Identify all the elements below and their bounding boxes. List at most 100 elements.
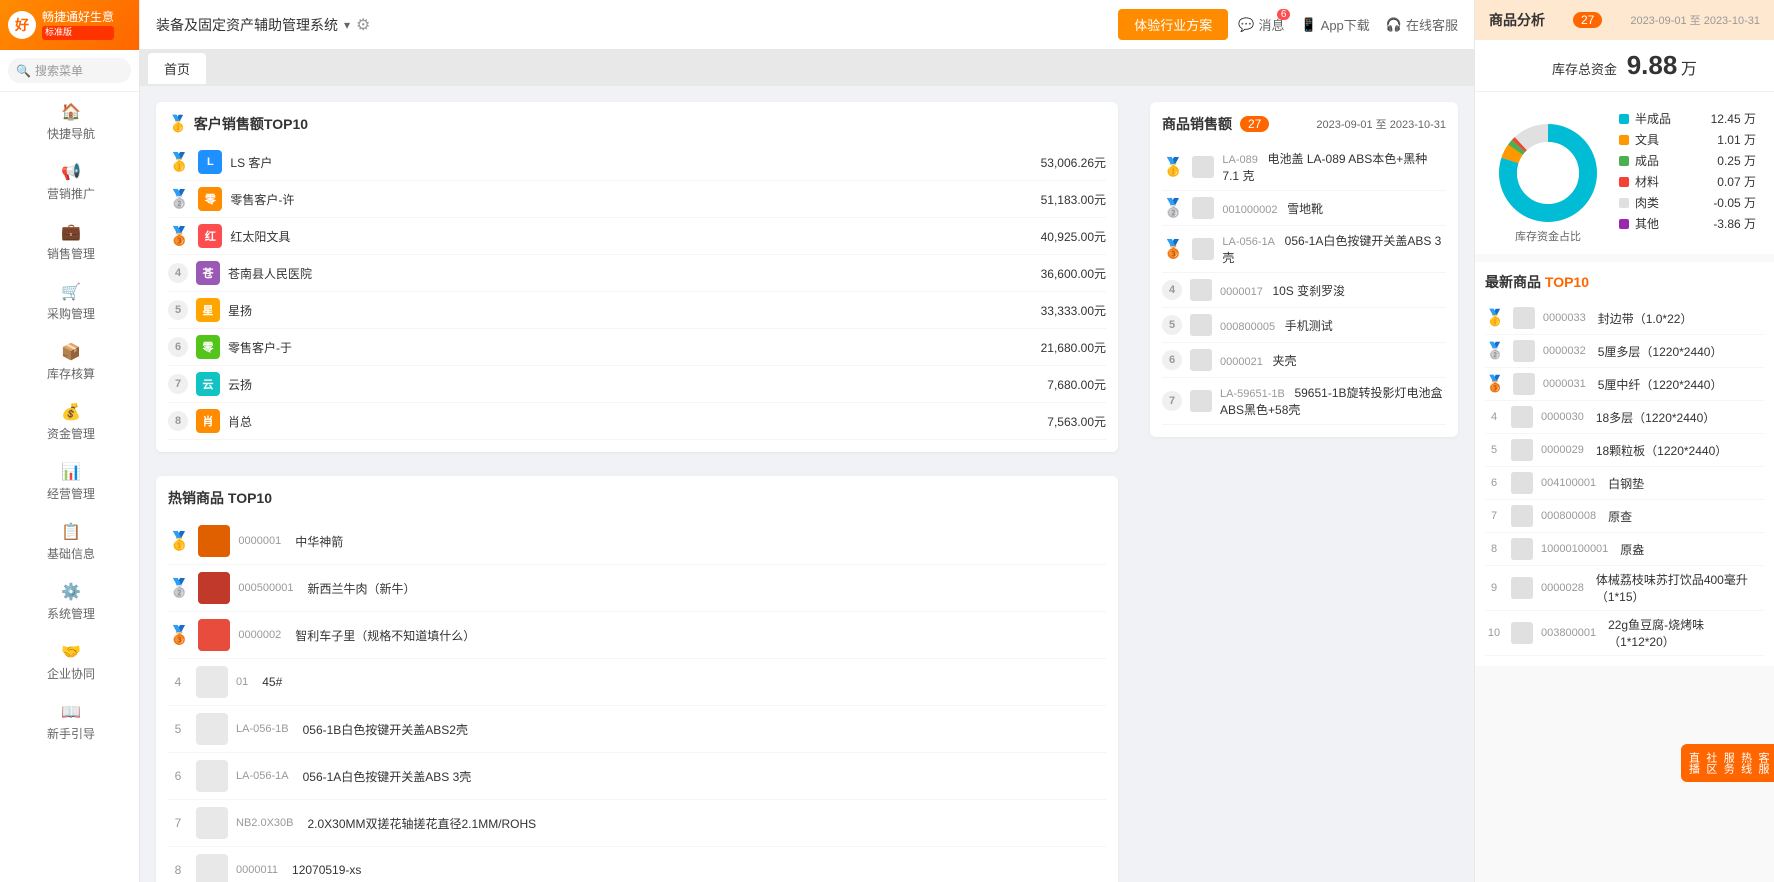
sidebar-item-basic[interactable]: 📋 基础信息 xyxy=(0,512,139,572)
sidebar-item-operation[interactable]: 📊 经营管理 xyxy=(0,452,139,512)
rank-number: 8 xyxy=(1485,543,1503,555)
sidebar-item-label: 经营管理 xyxy=(47,485,95,502)
sidebar-item-finance[interactable]: 💰 资金管理 xyxy=(0,392,139,452)
hot-product-item[interactable]: 🥇 0000001 中华神箭 xyxy=(168,518,1106,565)
product-code: 0000033 xyxy=(1543,312,1586,324)
hot-product-item[interactable]: 4 01 45# xyxy=(168,659,1106,706)
customer-rank-item[interactable]: 4 苍 苍南县人民医院 36,600.00元 xyxy=(168,255,1106,292)
rank-number: 6 xyxy=(1485,477,1503,489)
product-code: 0000002 xyxy=(238,629,281,641)
new-product-item[interactable]: 🥈 0000032 5厘多层（1220*2440） xyxy=(1485,335,1764,368)
customer-rank-item[interactable]: 6 零 零售客户-于 21,680.00元 xyxy=(168,329,1106,366)
product-rank-header: 商品销售额 27 2023-09-01 至 2023-10-31 xyxy=(1162,114,1446,134)
product-rank-item[interactable]: 6 0000021 夹壳 xyxy=(1162,343,1446,378)
inventory-total-label: 库存总资金 xyxy=(1552,62,1617,77)
medal-icon: 🥇 xyxy=(1485,308,1505,328)
hot-products-title: 热销商品 TOP10 xyxy=(168,488,1106,508)
product-rank-item[interactable]: 🥈 001000002 雪地靴 xyxy=(1162,191,1446,226)
new-product-item[interactable]: 🥇 0000033 封边带（1.0*22） xyxy=(1485,302,1764,335)
messages-action[interactable]: 💬 消息 6 xyxy=(1238,15,1284,34)
rank-number: 4 xyxy=(1162,280,1182,300)
new-product-item[interactable]: 6 004100001 白钢垫 xyxy=(1485,467,1764,500)
sidebar-search-area[interactable]: 🔍 搜索菜单 xyxy=(0,50,139,92)
float-customer-service[interactable]: 客服热线服务社区直播 xyxy=(1681,744,1774,782)
new-product-item[interactable]: 10 003800001 22g鱼豆腐-烧烤味（1*12*20） xyxy=(1485,611,1764,656)
rank-number: 5 xyxy=(168,722,188,736)
sidebar-item-home[interactable]: 🏠 快捷导航 xyxy=(0,92,139,152)
product-code: 0000011 xyxy=(236,864,278,876)
legend-item: 文具 1.01 万 xyxy=(1619,131,1756,148)
customer-avatar: 星 xyxy=(196,298,220,322)
search-menu-trigger[interactable]: 🔍 搜索菜单 xyxy=(8,58,131,83)
sidebar-item-guide[interactable]: 📖 新手引导 xyxy=(0,692,139,752)
customer-rank-item[interactable]: 🥇 L LS 客户 53,006.26元 xyxy=(168,144,1106,181)
customer-rank-item[interactable]: 🥉 红 红太阳文具 40,925.00元 xyxy=(168,218,1106,255)
product-code: 0000032 xyxy=(1543,345,1586,357)
product-rank-item[interactable]: 4 0000017 10S 变刹罗浚 xyxy=(1162,273,1446,308)
legend-name: 成品 xyxy=(1635,152,1711,169)
sidebar-item-marketing[interactable]: 📢 营销推广 xyxy=(0,152,139,212)
product-thumbnail xyxy=(198,619,230,651)
customer-rank-item[interactable]: 8 肖 肖总 7,563.00元 xyxy=(168,403,1106,440)
customer-value: 7,563.00元 xyxy=(1047,413,1106,430)
new-product-item[interactable]: 8 10000100001 原盎 xyxy=(1485,533,1764,566)
product-rank-item[interactable]: 5 000800005 手机测试 xyxy=(1162,308,1446,343)
product-name: 5厘中纤（1220*2440） xyxy=(1598,376,1764,393)
product-code: NB2.0X30B xyxy=(236,817,293,829)
new-product-item[interactable]: 4 0000030 18多层（1220*2440） xyxy=(1485,401,1764,434)
app-download-action[interactable]: 📱 App下载 xyxy=(1300,15,1369,34)
rank-number: 7 xyxy=(168,374,188,394)
hot-products-list: 🥇 0000001 中华神箭 🥈 000500001 新西兰牛肉（新牛） 🥉 0… xyxy=(168,518,1106,882)
sidebar-item-inventory[interactable]: 📦 库存核算 xyxy=(0,332,139,392)
rank-number: 9 xyxy=(1485,582,1503,594)
sidebar-item-label: 销售管理 xyxy=(47,245,95,262)
new-product-item[interactable]: 🥉 0000031 5厘中纤（1220*2440） xyxy=(1485,368,1764,401)
message-icon: 💬 xyxy=(1238,17,1254,33)
hot-product-item[interactable]: 7 NB2.0X30B 2.0X30MM双搓花轴搓花直径2.1MM/ROHS xyxy=(168,800,1106,847)
hot-product-item[interactable]: 🥉 0000002 智利车子里（规格不知道填什么） xyxy=(168,612,1106,659)
hot-product-item[interactable]: 🥈 000500001 新西兰牛肉（新牛） xyxy=(168,565,1106,612)
customer-name: 云扬 xyxy=(228,376,1039,393)
online-service-action[interactable]: 🎧 在线客服 xyxy=(1386,15,1458,34)
customer-rank-item[interactable]: 7 云 云扬 7,680.00元 xyxy=(168,366,1106,403)
purchase-icon: 🛒 xyxy=(61,282,81,302)
new-product-item[interactable]: 5 0000029 18颗粒板（1220*2440） xyxy=(1485,434,1764,467)
new-product-item[interactable]: 7 000800008 原查 xyxy=(1485,500,1764,533)
product-rank-item[interactable]: 🥉 LA-056-1A 056-1A白色按键开关盖ABS 3 壳 xyxy=(1162,226,1446,273)
product-rank-item[interactable]: 🥇 LA-089 电池盖 LA-089 ABS本色+黑种 7.1 克 xyxy=(1162,144,1446,191)
product-name: 056-1A白色按键开关盖ABS 3壳 xyxy=(303,768,472,785)
customer-rank-item[interactable]: 5 星 星扬 33,333.00元 xyxy=(168,292,1106,329)
product-name: 22g鱼豆腐-烧烤味（1*12*20） xyxy=(1608,616,1764,650)
float-cs-label: 社区 xyxy=(1702,752,1717,774)
sidebar-item-sales[interactable]: 💼 销售管理 xyxy=(0,212,139,272)
product-img xyxy=(1513,373,1535,395)
rank-number: 5 xyxy=(1162,315,1182,335)
product-name: 封边带（1.0*22） xyxy=(1598,310,1764,327)
new-products-title: 最新商品 TOP10 xyxy=(1485,272,1764,292)
sidebar-item-purchase[interactable]: 🛒 采购管理 xyxy=(0,272,139,332)
settings-icon[interactable]: ⚙ xyxy=(356,15,370,35)
product-img xyxy=(1513,340,1535,362)
basic-icon: 📋 xyxy=(61,522,81,542)
product-img xyxy=(1190,314,1212,336)
product-code: LA-089 xyxy=(1222,154,1257,166)
sidebar-item-corp[interactable]: 🤝 企业协同 xyxy=(0,632,139,692)
inventory-header-title: 商品分析 xyxy=(1489,10,1545,30)
customer-rank-item[interactable]: 🥈 零 零售客户-许 51,183.00元 xyxy=(168,181,1106,218)
hot-product-item[interactable]: 8 0000011 12070519-xs xyxy=(168,847,1106,882)
tab-home[interactable]: 首页 xyxy=(148,53,206,84)
try-plan-button[interactable]: 体验行业方案 xyxy=(1118,9,1228,40)
page-title: 装备及固定资产辅助管理系统 xyxy=(156,15,338,35)
sidebar-item-system[interactable]: ⚙️ 系统管理 xyxy=(0,572,139,632)
product-img xyxy=(1511,472,1533,494)
sidebar: 好 畅捷通好生意 标准版 🔍 搜索菜单 🏠 快捷导航 📢 营销推广 💼 销售管理… xyxy=(0,0,140,882)
dropdown-icon[interactable]: ▾ xyxy=(344,18,350,32)
product-img xyxy=(1192,238,1214,260)
product-rank-item[interactable]: 7 LA-59651-1B 59651-1B旋转投影灯电池盒 ABS黑色+58壳 xyxy=(1162,378,1446,425)
customer-value: 40,925.00元 xyxy=(1041,228,1106,245)
hot-product-item[interactable]: 6 LA-056-1A 056-1A白色按键开关盖ABS 3壳 xyxy=(168,753,1106,800)
product-code: 0000017 xyxy=(1220,286,1263,298)
hot-product-item[interactable]: 5 LA-056-1B 056-1B白色按键开关盖ABS2壳 xyxy=(168,706,1106,753)
medal-icon: 🥇 xyxy=(168,114,188,134)
new-product-item[interactable]: 9 0000028 体械荔枝味苏打饮品400毫升（1*15） xyxy=(1485,566,1764,611)
